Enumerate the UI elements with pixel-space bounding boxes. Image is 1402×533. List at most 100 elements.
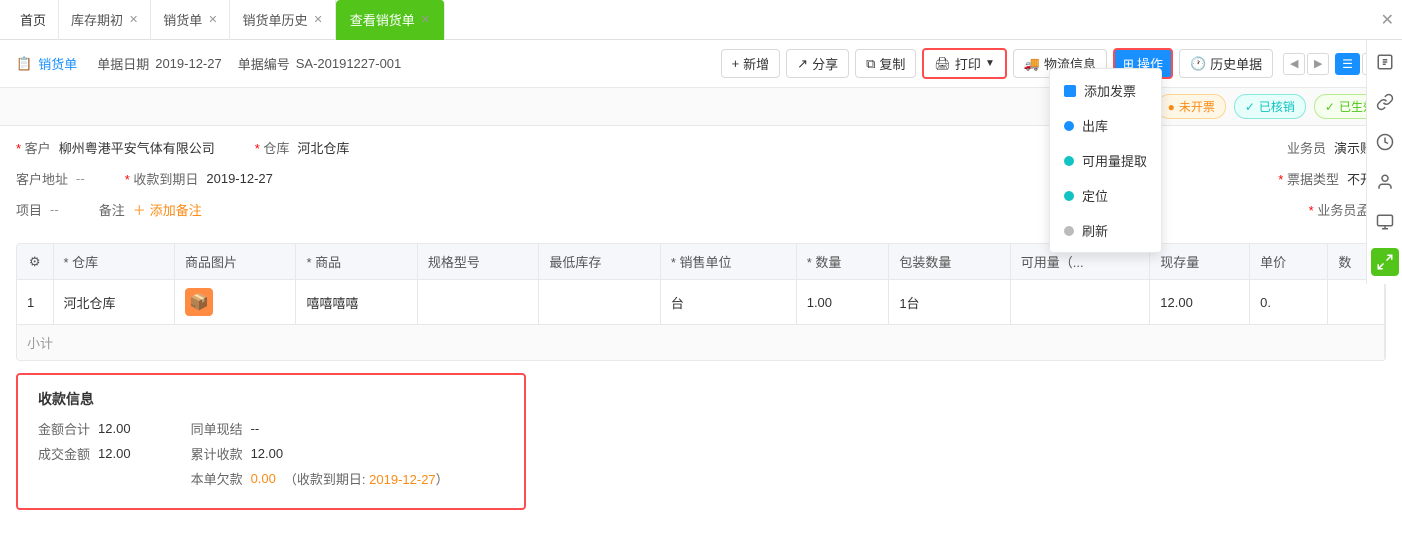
- row-package-qty: 1台: [889, 280, 1010, 325]
- cumulative-field: 累计收款 12.00: [191, 444, 284, 463]
- print-label: 打印: [955, 54, 981, 73]
- same-order-label: 同单现结: [191, 419, 243, 438]
- row-extra: [1328, 280, 1385, 325]
- tab-home-label: 首页: [20, 10, 46, 29]
- col-warehouse: * 仓库: [53, 244, 174, 280]
- remark-label: 备注: [99, 200, 125, 219]
- address-field: 客户地址 --: [16, 169, 85, 188]
- dropdown-outbound[interactable]: 出库: [1050, 108, 1161, 143]
- effective-icon: ✓: [1325, 100, 1335, 114]
- address-label: 客户地址: [16, 169, 68, 188]
- add-invoice-icon: [1064, 85, 1076, 97]
- tab-sales-history-close[interactable]: ✕: [314, 13, 323, 26]
- main-content: 📋 销货单 单据日期 2019-12-27 单据编号 SA-20191227-0…: [0, 40, 1402, 533]
- sidebar-icon-1[interactable]: [1371, 48, 1399, 76]
- row-current-stock: 12.00: [1150, 280, 1250, 325]
- print-button[interactable]: 🖨 打印 ▼: [922, 48, 1006, 79]
- tab-view-sales-close[interactable]: ✕: [421, 13, 430, 26]
- sidebar-icon-5[interactable]: [1371, 208, 1399, 236]
- same-order-field: 同单现结 --: [191, 419, 260, 438]
- list-view-toggle[interactable]: ☰: [1335, 53, 1360, 75]
- current-due-field: 本单欠款 0.00 （收款到期日: 2019-12-27）: [191, 469, 449, 488]
- sidebar-icon-3[interactable]: [1371, 128, 1399, 156]
- history-label: 历史单据: [1210, 54, 1262, 73]
- payment-row-2: 成交金额 12.00 累计收款 12.00: [38, 444, 504, 463]
- locate-icon: [1064, 191, 1074, 201]
- add-remark-label: 添加备注: [150, 200, 202, 219]
- total-amount-field: 金额合计 12.00: [38, 419, 131, 438]
- operations-dropdown: 添加发票 出库 可用量提取 定位 刷新: [1049, 68, 1162, 253]
- sidebar-icon-4[interactable]: [1371, 168, 1399, 196]
- new-label: 新增: [743, 54, 769, 73]
- transaction-amount-field: 成交金额 12.00: [38, 444, 131, 463]
- tab-inventory-init[interactable]: 库存期初 ✕: [59, 0, 151, 40]
- tab-sales-order-close[interactable]: ✕: [208, 13, 217, 26]
- sidebar-icon-2[interactable]: [1371, 88, 1399, 116]
- row-min-stock: [539, 280, 660, 325]
- dropdown-refresh[interactable]: 刷新: [1050, 213, 1161, 248]
- tab-home[interactable]: 首页: [8, 0, 59, 40]
- customer-label: 客户: [16, 138, 51, 157]
- tab-view-sales[interactable]: 查看销货单 ✕: [336, 0, 445, 40]
- confirm-badge[interactable]: ✓ 已核销: [1234, 94, 1306, 119]
- tab-inventory-close[interactable]: ✕: [129, 13, 138, 26]
- product-image: 📦: [185, 288, 213, 316]
- refresh-icon: [1064, 226, 1074, 236]
- doc-meta: 单据日期 2019-12-27 单据编号 SA-20191227-001: [97, 54, 401, 73]
- payment-date-field: 收款到期日 2019-12-27: [125, 169, 273, 188]
- row-warehouse: 河北仓库: [53, 280, 174, 325]
- check-icon: ✓: [1245, 100, 1255, 114]
- not-open-badge[interactable]: ● 未开票: [1157, 94, 1226, 119]
- doc-date-field: 单据日期 2019-12-27: [97, 54, 222, 73]
- row-unit-price: 0.: [1250, 280, 1328, 325]
- logistics-icon: 🚚: [1024, 56, 1040, 72]
- tab-sales-history[interactable]: 销货单历史 ✕: [230, 0, 335, 40]
- product-table: ⚙ * 仓库 商品图片 * 商品 规格型号 最低库存 * 销售单位 * 数量 包…: [17, 244, 1385, 360]
- total-amount-value: 12.00: [98, 421, 131, 436]
- outbound-label: 出库: [1082, 116, 1108, 135]
- dropdown-available-pickup[interactable]: 可用量提取: [1050, 143, 1161, 178]
- new-icon: +: [732, 56, 740, 71]
- dropdown-add-invoice[interactable]: 添加发票: [1050, 73, 1161, 108]
- refresh-label: 刷新: [1082, 221, 1108, 240]
- copy-button[interactable]: ⧉ 复制: [855, 49, 916, 78]
- prev-record-button[interactable]: ◀: [1283, 53, 1305, 75]
- copy-label: 复制: [879, 54, 905, 73]
- history-button[interactable]: 🕐 历史单据: [1179, 49, 1273, 78]
- plus-icon: ＋: [133, 200, 146, 219]
- available-pickup-icon: [1064, 156, 1074, 166]
- col-product-img: 商品图片: [174, 244, 295, 280]
- cumulative-value: 12.00: [251, 446, 284, 461]
- copy-icon: ⧉: [866, 56, 875, 72]
- share-button[interactable]: ↗ 分享: [786, 49, 849, 78]
- payment-date-value: 2019-12-27: [206, 171, 273, 186]
- sidebar-icon-expand[interactable]: [1371, 248, 1399, 276]
- form-row-3: 项目 -- 备注 ＋ 添加备注 业务员孟 --: [16, 200, 1386, 219]
- dropdown-locate[interactable]: 定位: [1050, 178, 1161, 213]
- window-close-button[interactable]: ✕: [1381, 10, 1394, 30]
- right-sidebar: [1366, 40, 1402, 284]
- new-button[interactable]: + 新增: [721, 49, 781, 78]
- current-due-value: 0.00: [251, 471, 276, 486]
- tab-sales-order[interactable]: 销货单 ✕: [151, 0, 230, 40]
- next-record-button[interactable]: ▶: [1307, 53, 1329, 75]
- add-remark-button[interactable]: ＋ 添加备注: [133, 200, 202, 219]
- staff-label: 业务员: [1287, 138, 1326, 157]
- doc-header: 📋 销货单 单据日期 2019-12-27 单据编号 SA-20191227-0…: [0, 40, 1402, 88]
- due-date-value: 2019-12-27: [369, 472, 436, 487]
- col-current-stock: 现存量: [1150, 244, 1250, 280]
- warehouse-field: 仓库 河北仓库: [255, 138, 350, 157]
- col-settings[interactable]: ⚙: [17, 244, 53, 280]
- print-dropdown-arrow: ▼: [985, 58, 995, 69]
- col-sales-unit: * 销售单位: [660, 244, 796, 280]
- remark-field: 备注 ＋ 添加备注: [99, 200, 202, 219]
- current-due-label: 本单欠款: [191, 469, 243, 488]
- project-field: 项目 --: [16, 200, 59, 219]
- project-label: 项目: [16, 200, 42, 219]
- subtotal-row: 小计: [17, 325, 1385, 361]
- row-unit: 台: [660, 280, 796, 325]
- form-row-2: 客户地址 -- 收款到期日 2019-12-27 票据类型 不开票: [16, 169, 1386, 188]
- print-icon: 🖨: [934, 56, 951, 72]
- doc-date-value: 2019-12-27: [155, 56, 222, 71]
- same-order-value: --: [251, 421, 260, 436]
